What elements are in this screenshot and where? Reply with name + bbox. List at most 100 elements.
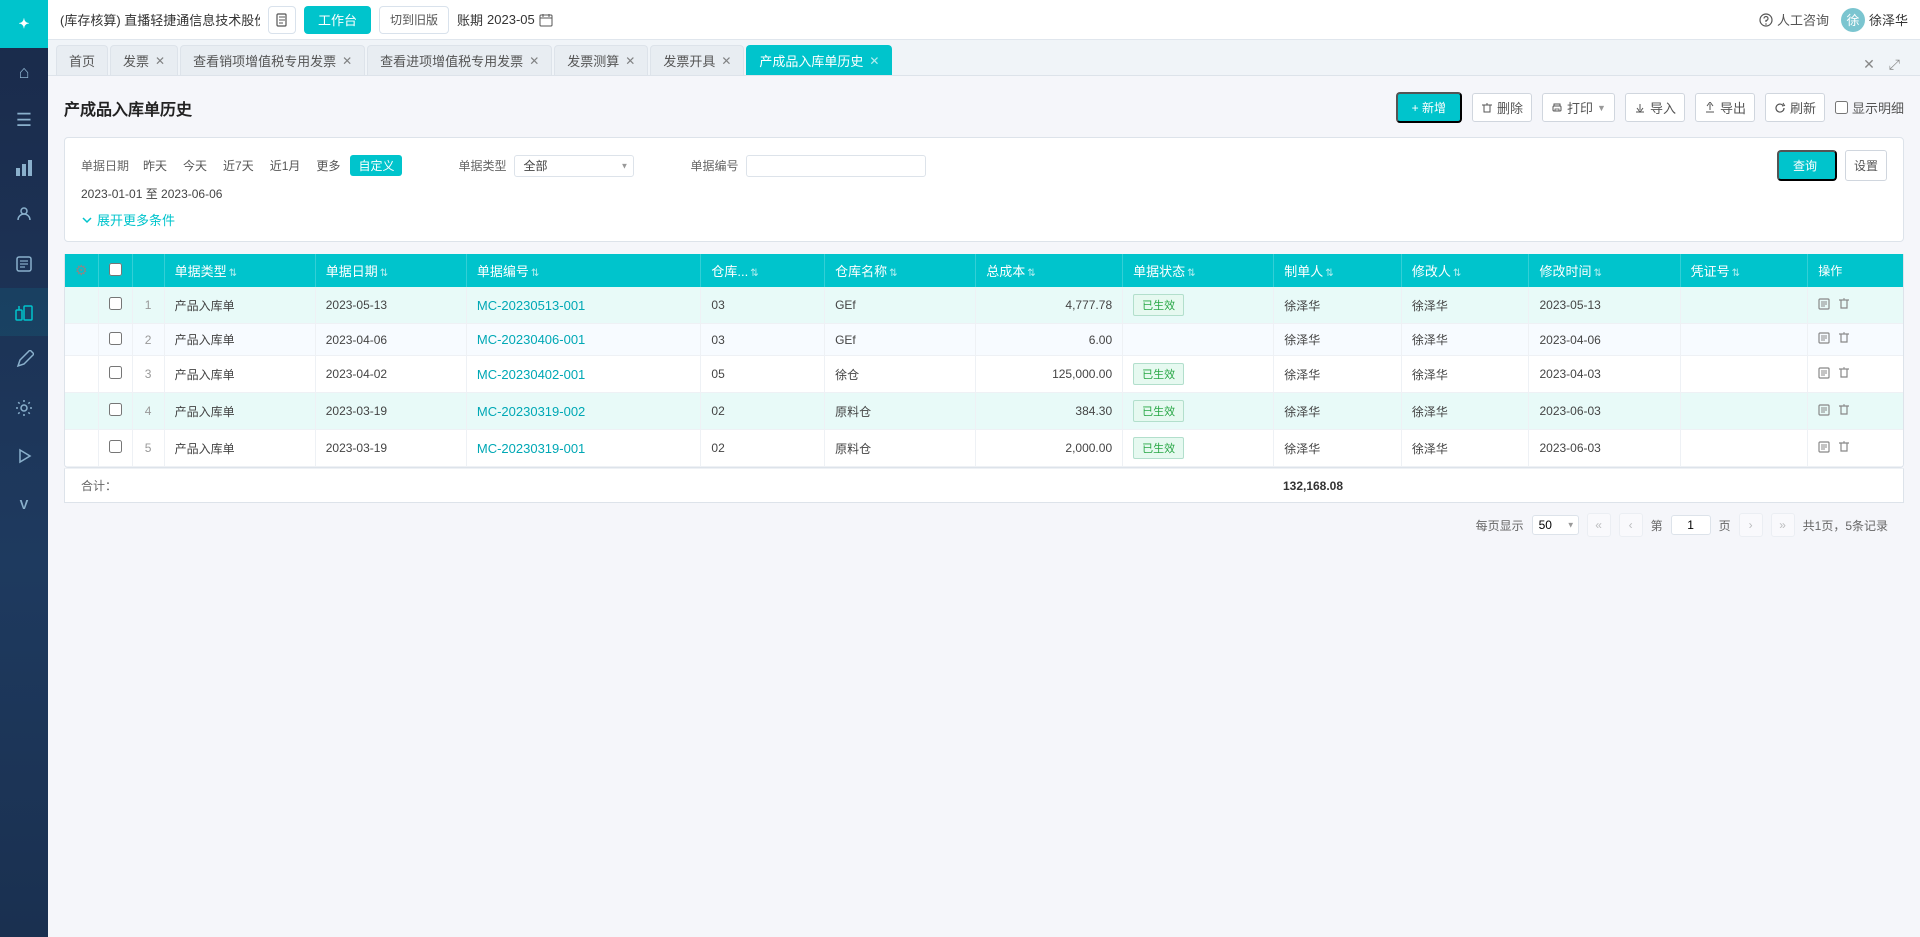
tab-check-sales-close[interactable]: ✕ xyxy=(342,54,352,68)
sidebar-item-menu[interactable]: ☰ xyxy=(0,96,48,144)
tab-invoice-open-close[interactable]: ✕ xyxy=(721,54,731,68)
filter-number-input[interactable] xyxy=(746,155,926,177)
tab-product-history[interactable]: 产成品入库单历史 ✕ xyxy=(746,45,892,75)
col-creator[interactable]: 制单人⇅ xyxy=(1274,254,1402,287)
row-edit-icon[interactable] xyxy=(1818,331,1832,348)
col-type[interactable]: 单据类型⇅ xyxy=(164,254,315,287)
first-page-btn[interactable]: « xyxy=(1587,513,1611,537)
workbench-button[interactable]: 工作台 xyxy=(304,6,371,34)
sidebar-item-stamp[interactable] xyxy=(0,336,48,384)
col-total-cost[interactable]: 总成本⇅ xyxy=(976,254,1123,287)
row-number-link[interactable]: MC-20230319-002 xyxy=(477,404,585,419)
row-number-cell[interactable]: MC-20230513-001 xyxy=(466,287,701,324)
row-edit-icon[interactable] xyxy=(1818,297,1832,314)
filter-settings-button[interactable]: 设置 xyxy=(1845,150,1887,181)
row-number-cell[interactable]: MC-20230406-001 xyxy=(466,324,701,356)
period-selector[interactable]: 账期 2023-05 xyxy=(457,10,553,29)
filter-today-btn[interactable]: 今天 xyxy=(177,155,213,176)
last-page-btn[interactable]: » xyxy=(1771,513,1795,537)
user-menu[interactable]: 徐 徐泽华 xyxy=(1841,8,1908,32)
row-delete-icon[interactable] xyxy=(1838,297,1850,314)
filter-expand-btn[interactable]: 展开更多条件 xyxy=(81,210,1887,229)
tab-invoice-open[interactable]: 发票开具 ✕ xyxy=(650,45,744,75)
tab-home[interactable]: 首页 xyxy=(56,45,108,75)
page-input[interactable] xyxy=(1671,515,1711,535)
col-checkbox[interactable] xyxy=(98,254,132,287)
prev-page-btn[interactable]: ‹ xyxy=(1619,513,1643,537)
sidebar-item-home[interactable]: ⌂ xyxy=(0,48,48,96)
row-edit-icon[interactable] xyxy=(1818,366,1832,383)
tab-invoice-calc[interactable]: 发票测算 ✕ xyxy=(554,45,648,75)
document-icon-btn[interactable] xyxy=(268,6,296,34)
sidebar-item-chart[interactable] xyxy=(0,144,48,192)
tab-maximize-btn[interactable]: ⤢ xyxy=(1885,54,1904,75)
tab-invoice-calc-close[interactable]: ✕ xyxy=(625,54,635,68)
next-page-btn[interactable]: › xyxy=(1739,513,1763,537)
per-page-select[interactable]: 20 50 100 xyxy=(1532,515,1579,535)
row-checkbox[interactable] xyxy=(109,403,122,416)
new-button[interactable]: + 新增 xyxy=(1396,92,1462,123)
tab-invoice[interactable]: 发票 ✕ xyxy=(110,45,178,75)
sidebar-item-data[interactable] xyxy=(0,192,48,240)
row-edit-icon[interactable] xyxy=(1818,403,1832,420)
sidebar-item-invoice[interactable] xyxy=(0,240,48,288)
row-checkbox-cell[interactable] xyxy=(98,430,132,467)
settings-gear-icon[interactable]: ⚙ xyxy=(75,262,88,278)
row-delete-icon[interactable] xyxy=(1838,403,1850,420)
display-toggle-checkbox[interactable] xyxy=(1835,101,1848,114)
col-warehouse-code[interactable]: 仓库...⇅ xyxy=(701,254,825,287)
row-delete-icon[interactable] xyxy=(1838,366,1850,383)
col-status[interactable]: 单据状态⇅ xyxy=(1123,254,1274,287)
query-button[interactable]: 查询 xyxy=(1777,150,1837,181)
delete-button[interactable]: 删除 xyxy=(1472,93,1532,122)
row-number-cell[interactable]: MC-20230319-001 xyxy=(466,430,701,467)
import-button[interactable]: 导入 xyxy=(1625,93,1685,122)
row-checkbox-cell[interactable] xyxy=(98,324,132,356)
tab-product-history-close[interactable]: ✕ xyxy=(869,54,879,68)
tab-close-all-btn[interactable]: ✕ xyxy=(1859,54,1879,75)
prev-period-button[interactable]: 切到旧版 xyxy=(379,6,449,34)
display-toggle[interactable]: 显示明细 xyxy=(1835,98,1904,117)
sidebar-item-settings[interactable] xyxy=(0,384,48,432)
filter-yesterday-btn[interactable]: 昨天 xyxy=(137,155,173,176)
support-btn[interactable]: 人工咨询 xyxy=(1759,10,1829,29)
sidebar-item-production[interactable] xyxy=(0,288,48,336)
row-checkbox[interactable] xyxy=(109,440,122,453)
row-checkbox[interactable] xyxy=(109,332,122,345)
row-number-link[interactable]: MC-20230513-001 xyxy=(477,298,585,313)
row-number-link[interactable]: MC-20230402-001 xyxy=(477,367,585,382)
col-date[interactable]: 单据日期⇅ xyxy=(315,254,466,287)
row-number-link[interactable]: MC-20230319-001 xyxy=(477,441,585,456)
col-modifier[interactable]: 修改人⇅ xyxy=(1401,254,1529,287)
col-number[interactable]: 单据编号⇅ xyxy=(466,254,701,287)
tab-check-sales[interactable]: 查看销项增值税专用发票 ✕ xyxy=(180,45,365,75)
row-number-link[interactable]: MC-20230406-001 xyxy=(477,332,585,347)
row-checkbox-cell[interactable] xyxy=(98,287,132,324)
col-warehouse-name[interactable]: 仓库名称⇅ xyxy=(825,254,976,287)
col-modify-time[interactable]: 修改时间⇅ xyxy=(1529,254,1680,287)
select-all-checkbox[interactable] xyxy=(109,263,122,276)
filter-more-btn[interactable]: 更多 xyxy=(310,155,346,176)
row-checkbox-cell[interactable] xyxy=(98,393,132,430)
row-delete-icon[interactable] xyxy=(1838,440,1850,457)
row-number-cell[interactable]: MC-20230319-002 xyxy=(466,393,701,430)
sidebar-item-video[interactable] xyxy=(0,432,48,480)
refresh-button[interactable]: 刷新 xyxy=(1765,93,1825,122)
tab-check-purchase-close[interactable]: ✕ xyxy=(529,54,539,68)
print-button[interactable]: 打印 ▼ xyxy=(1542,93,1615,122)
col-voucher[interactable]: 凭证号⇅ xyxy=(1680,254,1808,287)
row-number-cell[interactable]: MC-20230402-001 xyxy=(466,356,701,393)
row-delete-icon[interactable] xyxy=(1838,331,1850,348)
company-selector[interactable]: (库存核算) 直播轻捷通信息技术股份... ▼ xyxy=(60,10,260,29)
filter-custom-btn[interactable]: 自定义 xyxy=(350,155,402,176)
row-edit-icon[interactable] xyxy=(1818,440,1832,457)
export-button[interactable]: 导出 xyxy=(1695,93,1755,122)
sidebar-item-version[interactable]: V xyxy=(0,480,48,528)
tab-invoice-close[interactable]: ✕ xyxy=(155,54,165,68)
filter-type-select[interactable]: 全部 产品入库单 xyxy=(514,155,634,177)
row-checkbox-cell[interactable] xyxy=(98,356,132,393)
row-checkbox[interactable] xyxy=(109,366,122,379)
filter-1month-btn[interactable]: 近1月 xyxy=(264,155,307,176)
tab-check-purchase[interactable]: 查看进项增值税专用发票 ✕ xyxy=(367,45,552,75)
col-settings[interactable]: ⚙ xyxy=(65,254,98,287)
